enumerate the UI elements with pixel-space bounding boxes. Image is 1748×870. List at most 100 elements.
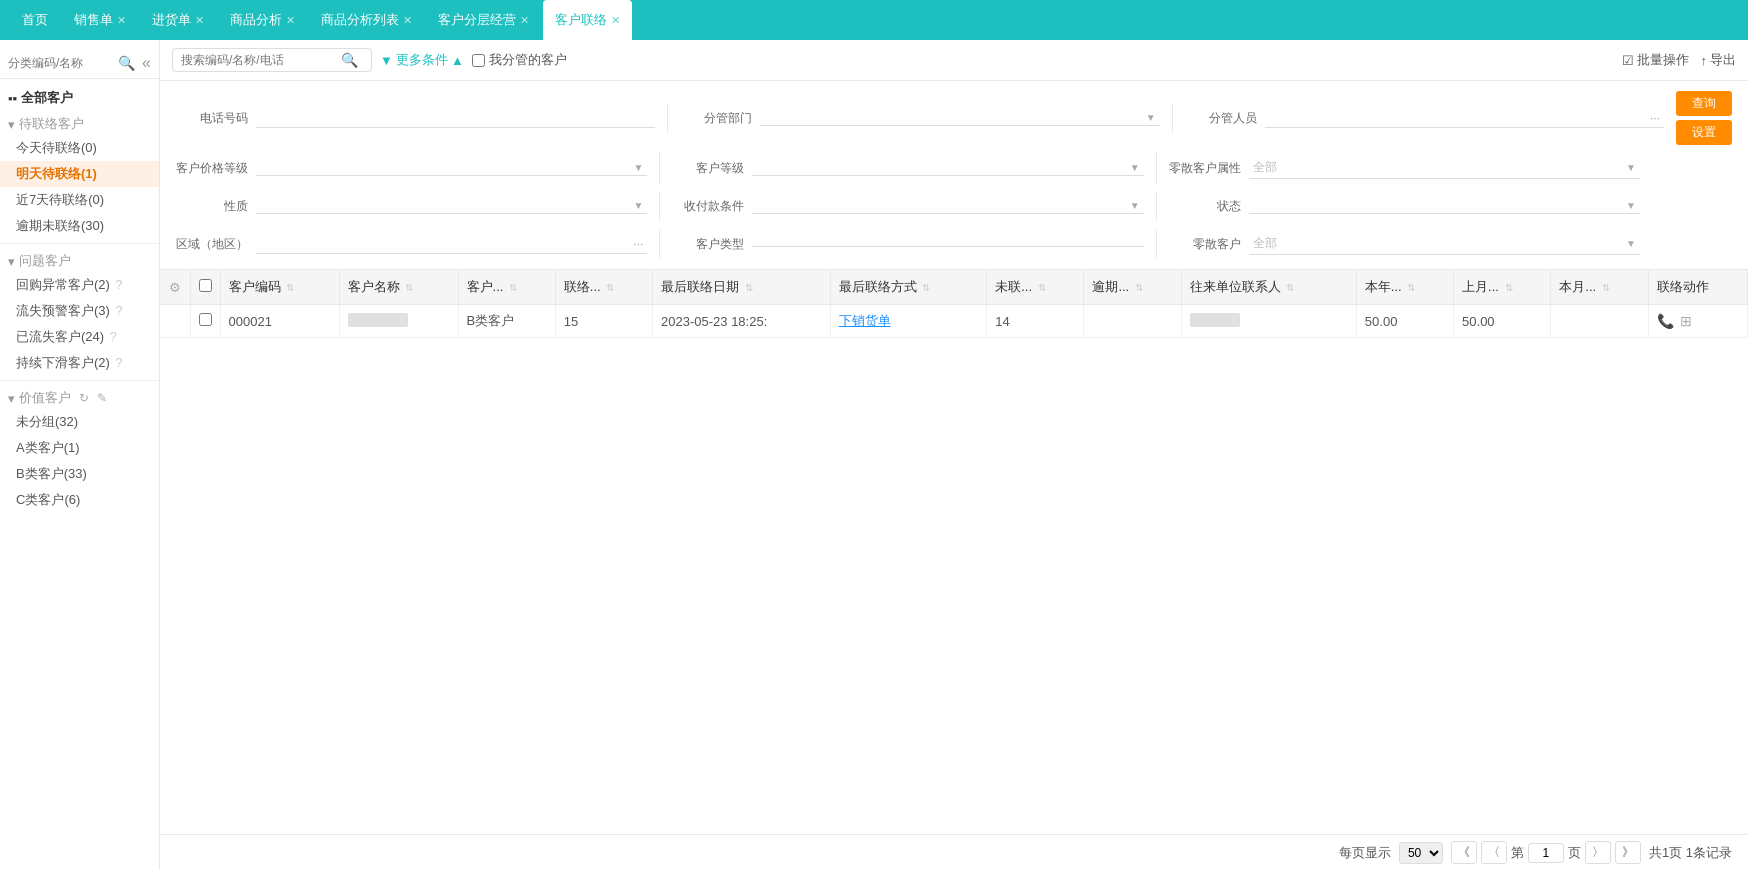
sidebar-item-tomorrow-contact[interactable]: 明天待联络(1): [0, 161, 159, 187]
sidebar-item-c-class[interactable]: C类客户(6): [0, 487, 159, 513]
nav-product-analysis-list[interactable]: 商品分析列表 ✕: [309, 0, 424, 40]
chevron-grade-icon: ▼: [633, 162, 643, 173]
filter-phone-input[interactable]: [260, 111, 651, 125]
sort-uncontact-icon[interactable]: ⇅: [1038, 282, 1046, 293]
nav-home[interactable]: 首页: [10, 0, 60, 40]
filter-person-select[interactable]: ···: [1265, 109, 1664, 128]
sidebar-item-a-class[interactable]: A类客户(1): [0, 435, 159, 461]
batch-icon: ☑: [1622, 53, 1634, 68]
setting-btn[interactable]: 设置: [1676, 120, 1732, 145]
sidebar-item-lost[interactable]: 已流失客户(24) ?: [0, 324, 159, 350]
sidebar-collapse-btn[interactable]: «: [142, 54, 151, 72]
filter-person-label: 分管人员: [1185, 110, 1265, 127]
filter-area-select[interactable]: ···: [256, 235, 647, 254]
filter-area: 区域（地区） ···: [176, 235, 647, 254]
sort-lastmonth-icon[interactable]: ⇅: [1505, 282, 1513, 293]
nav-purchase[interactable]: 进货单 ✕: [140, 0, 216, 40]
nav-close-product-analysis-list[interactable]: ✕: [403, 14, 412, 27]
checkbox-col-header[interactable]: [190, 270, 220, 305]
sidebar-item-declining[interactable]: 持续下滑客户(2) ?: [0, 350, 159, 376]
more-filter-btn[interactable]: ▼ 更多条件 ▲: [380, 51, 464, 69]
toolbar: 🔍 ▼ 更多条件 ▲ 我分管的客户 ☑ 批量操作 ↑ 导出: [160, 40, 1748, 81]
filter-person: 分管人员 ···: [1185, 109, 1664, 128]
sidebar-item-today-contact[interactable]: 今天待联络(0): [0, 135, 159, 161]
nav-close-customer-contact[interactable]: ✕: [611, 14, 620, 27]
sidebar-item-ungrouped[interactable]: 未分组(32): [0, 409, 159, 435]
nav-close-customer-tier[interactable]: ✕: [520, 14, 529, 27]
export-btn[interactable]: ↑ 导出: [1701, 51, 1737, 69]
filter-customer-type: 客户类型: [672, 236, 1143, 253]
sort-date-icon[interactable]: ⇅: [745, 282, 753, 293]
row-checkbox[interactable]: [199, 313, 212, 326]
sort-method-icon[interactable]: ⇅: [922, 282, 930, 293]
chevron-down-icon: ▾: [8, 117, 15, 132]
dots-area-icon[interactable]: ···: [633, 237, 643, 251]
filter-retail-customer-select[interactable]: 全部 ▼: [1249, 233, 1640, 255]
nav-sales[interactable]: 销售单 ✕: [62, 0, 138, 40]
filter-actions: 查询 设置: [1676, 91, 1732, 145]
page-input[interactable]: [1528, 843, 1564, 863]
nav-product-analysis[interactable]: 商品分析 ✕: [218, 0, 307, 40]
sidebar-divider-2: [0, 380, 159, 381]
nav-close-sales[interactable]: ✕: [117, 14, 126, 27]
nav-customer-tier[interactable]: 客户分层经营 ✕: [426, 0, 541, 40]
sidebar-search-input[interactable]: [8, 56, 118, 70]
filter-customer-level: 客户等级 ▼: [672, 160, 1143, 177]
row-checkbox-cell[interactable]: [190, 305, 220, 338]
gear-col-header[interactable]: ⚙: [160, 270, 190, 305]
refresh-icon[interactable]: ↻: [79, 391, 89, 405]
sort-person-icon[interactable]: ⇅: [1286, 282, 1294, 293]
sort-overdue-icon[interactable]: ⇅: [1135, 282, 1143, 293]
search-input[interactable]: [181, 53, 341, 67]
col-overdue: 逾期... ⇅: [1084, 270, 1181, 305]
nav-close-product-analysis[interactable]: ✕: [286, 14, 295, 27]
next-page-btn[interactable]: 〉: [1585, 841, 1611, 864]
row-last-method: 下销货单: [830, 305, 987, 338]
filter-retail-attr-select[interactable]: 全部 ▼: [1249, 157, 1640, 179]
query-btn[interactable]: 查询: [1676, 91, 1732, 116]
filter-status-select[interactable]: ▼: [1249, 198, 1640, 214]
sidebar-value-group: ▾ 价值客户 ↻ ✎: [0, 385, 159, 409]
chevron-retail-attr-icon: ▼: [1626, 162, 1636, 173]
sidebar-item-repurchase-abnormal[interactable]: 回购异常客户(2) ?: [0, 272, 159, 298]
sidebar-search-icon[interactable]: 🔍: [118, 55, 135, 71]
prev-page-btn[interactable]: 〈: [1481, 841, 1507, 864]
sort-contact-icon[interactable]: ⇅: [606, 282, 614, 293]
filter-dept-select[interactable]: ▼: [760, 110, 1159, 126]
filter-customer-grade: 客户价格等级 ▼: [176, 160, 647, 177]
sidebar-item-overdue-contact[interactable]: 逾期未联络(30): [0, 213, 159, 239]
my-customer-checkbox[interactable]: [472, 54, 485, 67]
grid-action-icon[interactable]: ⊞: [1680, 313, 1692, 329]
sort-code-icon[interactable]: ⇅: [286, 282, 294, 293]
filter-customer-type-select[interactable]: [752, 242, 1143, 247]
sidebar-item-7day-contact[interactable]: 近7天待联络(0): [0, 187, 159, 213]
last-page-btn[interactable]: 》: [1615, 841, 1641, 864]
search-icon[interactable]: 🔍: [341, 52, 358, 68]
filter-payment-select[interactable]: ▼: [752, 198, 1143, 214]
phone-action-icon[interactable]: 📞: [1657, 313, 1674, 329]
edit-icon[interactable]: ✎: [97, 391, 107, 405]
sidebar-item-b-class[interactable]: B类客户(33): [0, 461, 159, 487]
filter-customer-level-select[interactable]: ▼: [752, 160, 1143, 176]
row-contact-person: [1181, 305, 1356, 338]
filter-gender-select[interactable]: ▼: [256, 198, 647, 214]
per-page-select[interactable]: 50: [1399, 842, 1443, 864]
nav-close-purchase[interactable]: ✕: [195, 14, 204, 27]
my-customer-checkbox-label[interactable]: 我分管的客户: [472, 51, 567, 69]
sort-curmonth-icon[interactable]: ⇅: [1602, 282, 1610, 293]
batch-op-btn[interactable]: ☑ 批量操作: [1622, 51, 1689, 69]
sidebar-item-loss-warning[interactable]: 流失预警客户(3) ?: [0, 298, 159, 324]
filter-customer-level-label: 客户等级: [672, 160, 752, 177]
sort-year-icon[interactable]: ⇅: [1407, 282, 1415, 293]
sidebar-all-customers[interactable]: ▪▪ 全部客户: [0, 85, 159, 111]
row-contact-person-masked: [1190, 313, 1240, 327]
dots-person-icon[interactable]: ···: [1650, 111, 1660, 125]
select-all-checkbox[interactable]: [199, 279, 212, 292]
sort-type-icon[interactable]: ⇅: [509, 282, 517, 293]
filter-phone-input-wrap: [256, 108, 655, 128]
nav-customer-contact[interactable]: 客户联络 ✕: [543, 0, 632, 40]
col-customer-code: 客户编码 ⇅: [220, 270, 339, 305]
filter-customer-grade-select[interactable]: ▼: [256, 160, 647, 176]
sort-name-icon[interactable]: ⇅: [405, 282, 413, 293]
first-page-btn[interactable]: 《: [1451, 841, 1477, 864]
